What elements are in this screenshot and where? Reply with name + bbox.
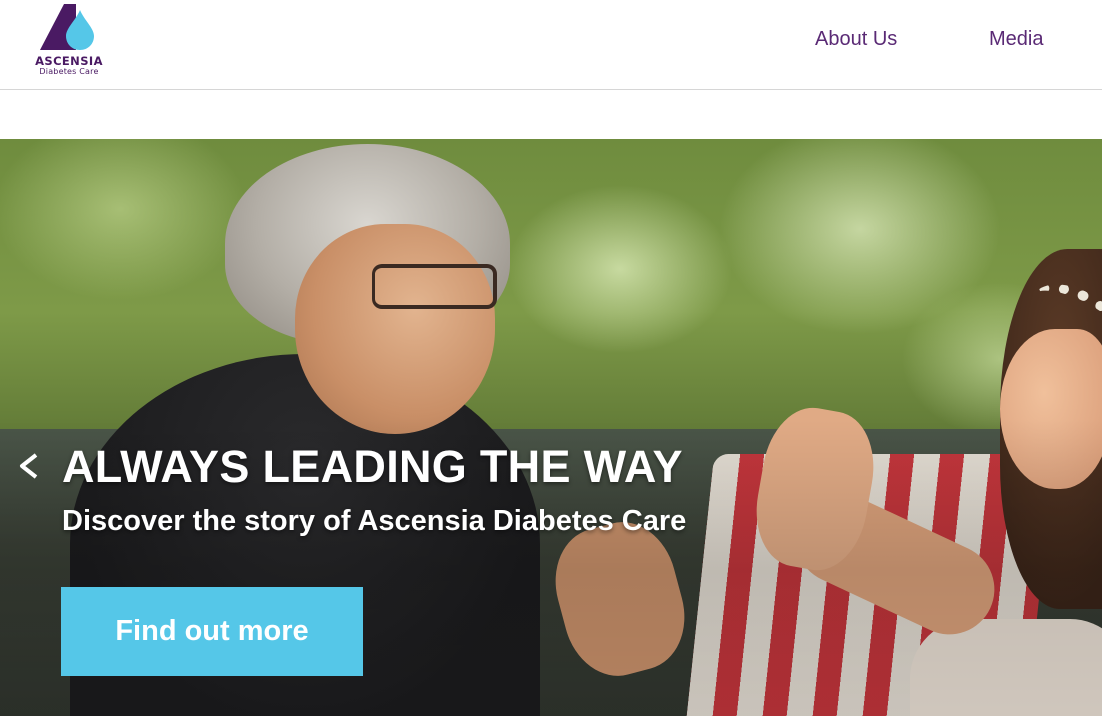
hero-banner: ALWAYS LEADING THE WAY Discover the stor… (0, 139, 1102, 716)
hero-title: ALWAYS LEADING THE WAY (62, 441, 683, 492)
logo-mark-icon (40, 4, 94, 50)
nav-item-media[interactable]: Media (989, 28, 1043, 51)
nav-item-about-us[interactable]: About Us (815, 28, 897, 51)
site-header: ASCENSIA Diabetes Care About Us Media (0, 0, 1102, 90)
hero-photo-glasses (372, 264, 497, 309)
find-out-more-button[interactable]: Find out more (61, 587, 363, 676)
find-out-more-label: Find out more (115, 615, 309, 647)
chevron-left-icon (20, 453, 38, 479)
ascensia-logo[interactable]: ASCENSIA Diabetes Care (30, 2, 110, 78)
hero-photo-man-face (295, 224, 495, 434)
carousel-prev-button[interactable] (14, 451, 44, 481)
logo-subtitle: Diabetes Care (39, 67, 99, 76)
logo-name: ASCENSIA (35, 54, 103, 68)
hero-subtitle: Discover the story of Ascensia Diabetes … (62, 505, 687, 537)
